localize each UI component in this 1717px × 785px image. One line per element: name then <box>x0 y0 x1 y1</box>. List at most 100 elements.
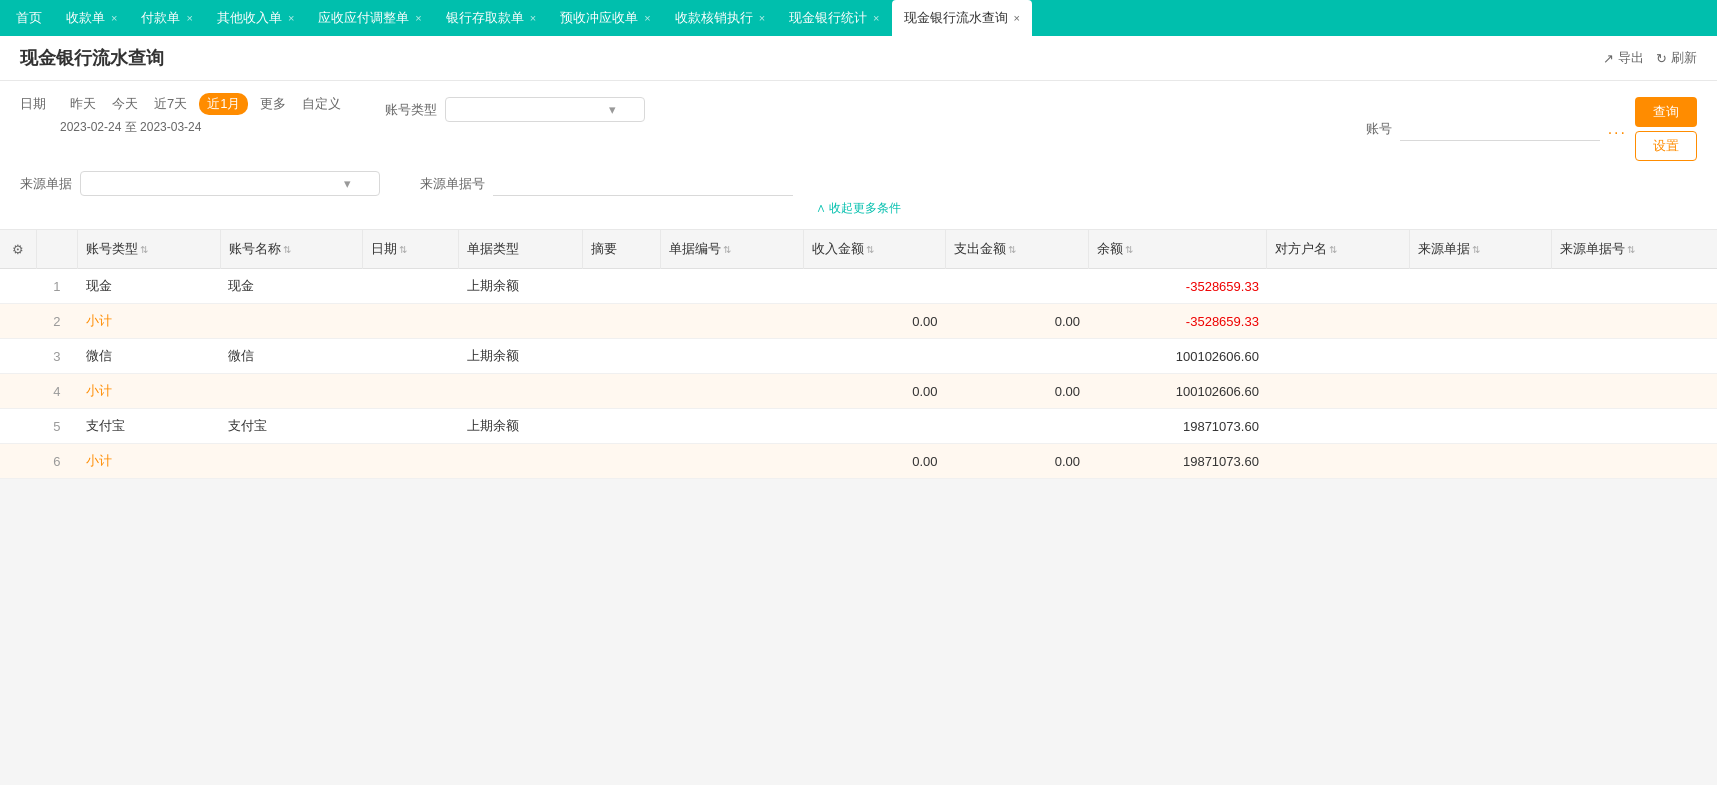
close-icon[interactable]: × <box>644 12 650 24</box>
query-button[interactable]: 查询 <box>1635 97 1697 127</box>
column-source-doc-no[interactable]: 来源单据号⇅ <box>1552 230 1717 269</box>
row-balance: 100102606.60 <box>1088 374 1267 409</box>
nav-cash-stats[interactable]: 现金银行统计 × <box>777 0 891 36</box>
row-doc-type: 上期余额 <box>459 269 583 304</box>
close-icon[interactable]: × <box>873 12 879 24</box>
sort-icon: ⇅ <box>1008 244 1016 255</box>
row-expense: 0.00 <box>946 304 1089 339</box>
column-gear: ⚙ <box>0 230 36 269</box>
source-doc-num-label: 来源单据号 <box>420 175 485 193</box>
nav-home[interactable]: 首页 <box>4 0 54 36</box>
nav-advance[interactable]: 预收冲应收单 × <box>548 0 662 36</box>
row-doc-no <box>661 269 804 304</box>
nav-cash-flow-active[interactable]: 现金银行流水查询 × <box>892 0 1032 36</box>
close-icon[interactable]: × <box>1014 12 1020 24</box>
row-source-doc <box>1409 374 1552 409</box>
row-doc-type: 上期余额 <box>459 409 583 444</box>
date-shortcuts: 昨天 今天 近7天 近1月 更多 自定义 <box>66 93 345 115</box>
row-date <box>363 304 459 339</box>
row-num: 6 <box>36 444 78 479</box>
nav-payment[interactable]: 付款单 × <box>129 0 204 36</box>
row-num: 4 <box>36 374 78 409</box>
close-icon[interactable]: × <box>759 12 765 24</box>
row-account-name <box>220 304 363 339</box>
row-summary <box>583 444 661 479</box>
row-date <box>363 409 459 444</box>
settings-button[interactable]: 设置 <box>1635 131 1697 161</box>
column-account-name[interactable]: 账号名称⇅ <box>220 230 363 269</box>
row-source-doc-no <box>1552 374 1717 409</box>
account-input[interactable] <box>1400 117 1600 141</box>
row-counterparty <box>1267 339 1410 374</box>
row-source-doc-no <box>1552 444 1717 479</box>
row-summary <box>583 304 661 339</box>
export-button[interactable]: ↗ 导出 <box>1603 49 1644 67</box>
row-expense <box>946 409 1089 444</box>
close-icon[interactable]: × <box>288 12 294 24</box>
nav-receipt[interactable]: 收款单 × <box>54 0 129 36</box>
column-source-doc[interactable]: 来源单据⇅ <box>1409 230 1552 269</box>
date-7days[interactable]: 近7天 <box>150 94 191 114</box>
nav-bank-deposit[interactable]: 银行存取款单 × <box>434 0 548 36</box>
date-today[interactable]: 今天 <box>108 94 142 114</box>
close-icon[interactable]: × <box>186 12 192 24</box>
column-account-type[interactable]: 账号类型⇅ <box>78 230 221 269</box>
table-row: 5 支付宝 支付宝 上期余额 19871073.60 <box>0 409 1717 444</box>
close-icon[interactable]: × <box>415 12 421 24</box>
row-gear <box>0 374 36 409</box>
nav-collection[interactable]: 收款核销执行 × <box>663 0 777 36</box>
dropdown-icon: ▾ <box>344 176 351 191</box>
source-doc-label: 来源单据 <box>20 175 72 193</box>
sort-icon: ⇅ <box>1627 244 1635 255</box>
row-income: 0.00 <box>803 444 946 479</box>
row-income: 0.00 <box>803 374 946 409</box>
column-income[interactable]: 收入金额⇅ <box>803 230 946 269</box>
close-icon[interactable]: × <box>530 12 536 24</box>
row-income <box>803 269 946 304</box>
column-counterparty[interactable]: 对方户名⇅ <box>1267 230 1410 269</box>
column-num <box>36 230 78 269</box>
column-date[interactable]: 日期⇅ <box>363 230 459 269</box>
close-icon[interactable]: × <box>111 12 117 24</box>
row-date <box>363 269 459 304</box>
row-doc-type <box>459 444 583 479</box>
date-1month[interactable]: 近1月 <box>199 93 248 115</box>
account-more-button[interactable]: ... <box>1608 120 1627 138</box>
refresh-button[interactable]: ↻ 刷新 <box>1656 49 1697 67</box>
date-custom[interactable]: 自定义 <box>298 94 345 114</box>
row-source-doc <box>1409 409 1552 444</box>
nav-adjustment[interactable]: 应收应付调整单 × <box>306 0 433 36</box>
chevron-up-icon: ∧ <box>816 201 826 215</box>
row-balance: -3528659.33 <box>1088 304 1267 339</box>
sort-icon: ⇅ <box>283 244 291 255</box>
source-doc-select[interactable]: ▾ <box>80 171 380 196</box>
collapse-button[interactable]: ∧ 收起更多条件 <box>20 200 1697 217</box>
gear-icon[interactable]: ⚙ <box>12 242 24 257</box>
account-type-select[interactable]: ▾ <box>445 97 645 122</box>
date-yesterday[interactable]: 昨天 <box>66 94 100 114</box>
source-doc-num-input[interactable] <box>493 172 793 196</box>
nav-other-income[interactable]: 其他收入单 × <box>205 0 306 36</box>
row-balance: 19871073.60 <box>1088 409 1267 444</box>
row-account-name <box>220 444 363 479</box>
table-row: 3 微信 微信 上期余额 100102606.60 <box>0 339 1717 374</box>
sort-icon: ⇅ <box>1125 244 1133 255</box>
date-more[interactable]: 更多 <box>256 94 290 114</box>
column-doc-no[interactable]: 单据编号⇅ <box>661 230 804 269</box>
row-account-name <box>220 374 363 409</box>
sort-icon: ⇅ <box>1472 244 1480 255</box>
row-account-type: 小计 <box>78 374 221 409</box>
row-num: 2 <box>36 304 78 339</box>
row-gear <box>0 339 36 374</box>
column-expense[interactable]: 支出金额⇅ <box>946 230 1089 269</box>
row-doc-type <box>459 304 583 339</box>
row-account-type: 微信 <box>78 339 221 374</box>
date-filter-row: 日期 昨天 今天 近7天 近1月 更多 自定义 <box>20 93 345 115</box>
row-balance: 100102606.60 <box>1088 339 1267 374</box>
row-expense: 0.00 <box>946 374 1089 409</box>
column-balance[interactable]: 余额⇅ <box>1088 230 1267 269</box>
date-range-display: 2023-02-24 至 2023-03-24 <box>60 120 201 134</box>
row-doc-no <box>661 444 804 479</box>
row-summary <box>583 269 661 304</box>
row-account-name: 支付宝 <box>220 409 363 444</box>
